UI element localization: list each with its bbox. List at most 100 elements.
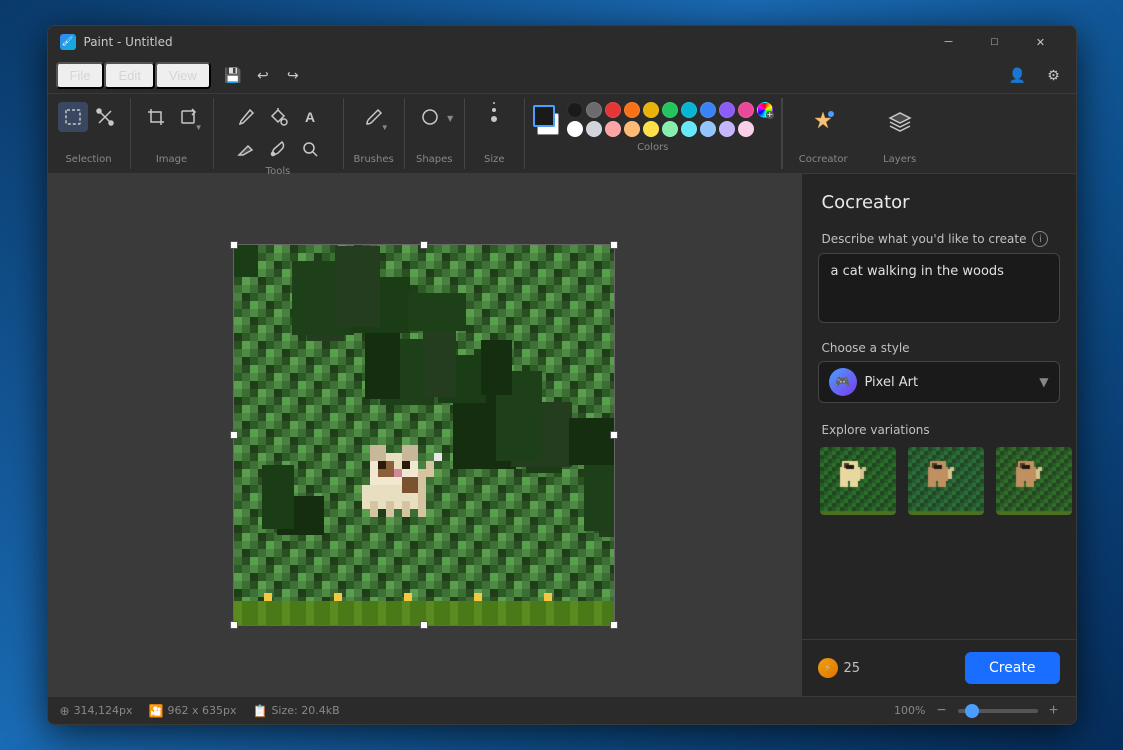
describe-label: Describe what you'd like to create i: [802, 223, 1076, 253]
position-indicator: ⊕ 314,124px: [60, 704, 133, 718]
handle-bot-right[interactable]: [610, 621, 618, 629]
color-lightcyan[interactable]: [681, 121, 697, 137]
pencil-tool[interactable]: [231, 102, 261, 132]
zoom-slider[interactable]: [958, 709, 1038, 713]
camera-icon: 🎦: [149, 704, 164, 718]
brush-tool[interactable]: ▼: [359, 102, 389, 132]
zoom-level: 100%: [894, 704, 925, 717]
brushes-section: ▼ Brushes: [344, 98, 405, 169]
panel-bottom: ⚡ 25 Create: [802, 639, 1076, 696]
color-row-2: [567, 121, 773, 137]
color-lightpink[interactable]: [738, 121, 754, 137]
color-black[interactable]: [567, 102, 583, 118]
layers-toolbar-label: Layers: [883, 154, 916, 165]
variation-2[interactable]: [906, 445, 986, 517]
color-custom[interactable]: [757, 102, 773, 118]
handle-top-right[interactable]: [610, 241, 618, 249]
dimensions-text: 962 x 635px: [168, 704, 237, 717]
canvas-wrapper: [233, 244, 615, 626]
color-row-1: [567, 102, 773, 118]
color-gray[interactable]: [586, 102, 602, 118]
select-resize-tool[interactable]: [90, 102, 120, 132]
credits-value: 25: [844, 661, 861, 676]
save-button[interactable]: 💾: [219, 62, 247, 90]
color-lightgray[interactable]: [586, 121, 602, 137]
minimize-button[interactable]: ─: [926, 26, 972, 58]
canvas-area[interactable]: [48, 174, 801, 696]
style-label: Choose a style: [802, 333, 1076, 361]
info-icon[interactable]: i: [1032, 231, 1048, 247]
select-rect-tool[interactable]: [58, 102, 88, 132]
color-orange[interactable]: [624, 102, 640, 118]
color-lightred[interactable]: [605, 121, 621, 137]
color-purple[interactable]: [719, 102, 735, 118]
dropdown-arrow-icon: ▼: [1039, 375, 1048, 389]
color-lightgreen[interactable]: [662, 121, 678, 137]
color-picker-tool[interactable]: [263, 134, 293, 164]
color-white[interactable]: [567, 121, 583, 137]
cocreator-toolbar-button[interactable]: [803, 102, 843, 142]
handle-top-left[interactable]: [230, 241, 238, 249]
layers-toolbar-section: Layers: [864, 98, 936, 169]
rotate-tool[interactable]: ▼: [173, 102, 203, 132]
cocreator-toolbar-label: Cocreator: [799, 154, 848, 165]
size-text: Size: 20.4kB: [271, 704, 339, 717]
zoom-out-button[interactable]: −: [932, 701, 952, 721]
layers-toolbar-button[interactable]: [880, 102, 920, 142]
text-tool[interactable]: A: [295, 102, 325, 132]
color-red[interactable]: [605, 102, 621, 118]
panel-title: Cocreator: [802, 174, 1076, 223]
zoom-in-button[interactable]: +: [1044, 701, 1064, 721]
close-button[interactable]: ✕: [1018, 26, 1064, 58]
redo-button[interactable]: ↪: [279, 62, 307, 90]
cocreator-panel: Cocreator Describe what you'd like to cr…: [801, 174, 1076, 696]
variation-1[interactable]: [818, 445, 898, 517]
color-green[interactable]: [662, 102, 678, 118]
handle-bot-mid[interactable]: [420, 621, 428, 629]
menu-file[interactable]: File: [56, 62, 105, 89]
style-dropdown[interactable]: 🎮 Pixel Art ▼: [818, 361, 1060, 403]
undo-button[interactable]: ↩: [249, 62, 277, 90]
handle-top-mid[interactable]: [420, 241, 428, 249]
color-cyan[interactable]: [681, 102, 697, 118]
user-button[interactable]: 👤: [1004, 62, 1032, 90]
variation-3[interactable]: [994, 445, 1074, 517]
active-color-swatch[interactable]: [533, 105, 555, 127]
undo-redo-group: 💾 ↩ ↪: [219, 62, 307, 90]
fill-tool[interactable]: [263, 102, 293, 132]
color-lightyellow[interactable]: [643, 121, 659, 137]
selection-label: Selection: [65, 154, 111, 165]
menu-view[interactable]: View: [155, 62, 211, 89]
image-label: Image: [156, 154, 187, 165]
app-icon: 🖌: [60, 34, 76, 50]
color-blue[interactable]: [700, 102, 716, 118]
handle-mid-right[interactable]: [610, 431, 618, 439]
position-text: 314,124px: [74, 704, 133, 717]
window-title: Paint - Untitled: [84, 35, 173, 49]
size-label: Size: [484, 154, 505, 165]
color-lightorange[interactable]: [624, 121, 640, 137]
maximize-button[interactable]: □: [972, 26, 1018, 58]
handle-mid-left[interactable]: [230, 431, 238, 439]
size-icon: 📋: [253, 704, 268, 718]
color-lightblue[interactable]: [700, 121, 716, 137]
magnifier-tool[interactable]: [295, 134, 325, 164]
color-yellow[interactable]: [643, 102, 659, 118]
colors-section: Colors: [525, 98, 782, 169]
drawing-canvas[interactable]: [234, 245, 614, 625]
crop-tool[interactable]: [141, 102, 171, 132]
color-pink[interactable]: [738, 102, 754, 118]
description-input[interactable]: [818, 253, 1060, 323]
color-lightpurple[interactable]: [719, 121, 735, 137]
menu-edit[interactable]: Edit: [104, 62, 154, 89]
create-button[interactable]: Create: [965, 652, 1060, 684]
shapes-section: ▼ Shapes: [405, 98, 465, 169]
handle-bot-left[interactable]: [230, 621, 238, 629]
menu-right-icons: 👤 ⚙: [1004, 62, 1068, 90]
title-bar: 🖌 Paint - Untitled ─ □ ✕: [48, 26, 1076, 58]
shape-circle-tool[interactable]: [415, 102, 445, 132]
status-bar: ⊕ 314,124px 🎦 962 x 635px 📋 Size: 20.4kB…: [48, 696, 1076, 724]
settings-button[interactable]: ⚙: [1040, 62, 1068, 90]
window-controls: ─ □ ✕: [926, 26, 1064, 58]
eraser-tool[interactable]: [231, 134, 261, 164]
